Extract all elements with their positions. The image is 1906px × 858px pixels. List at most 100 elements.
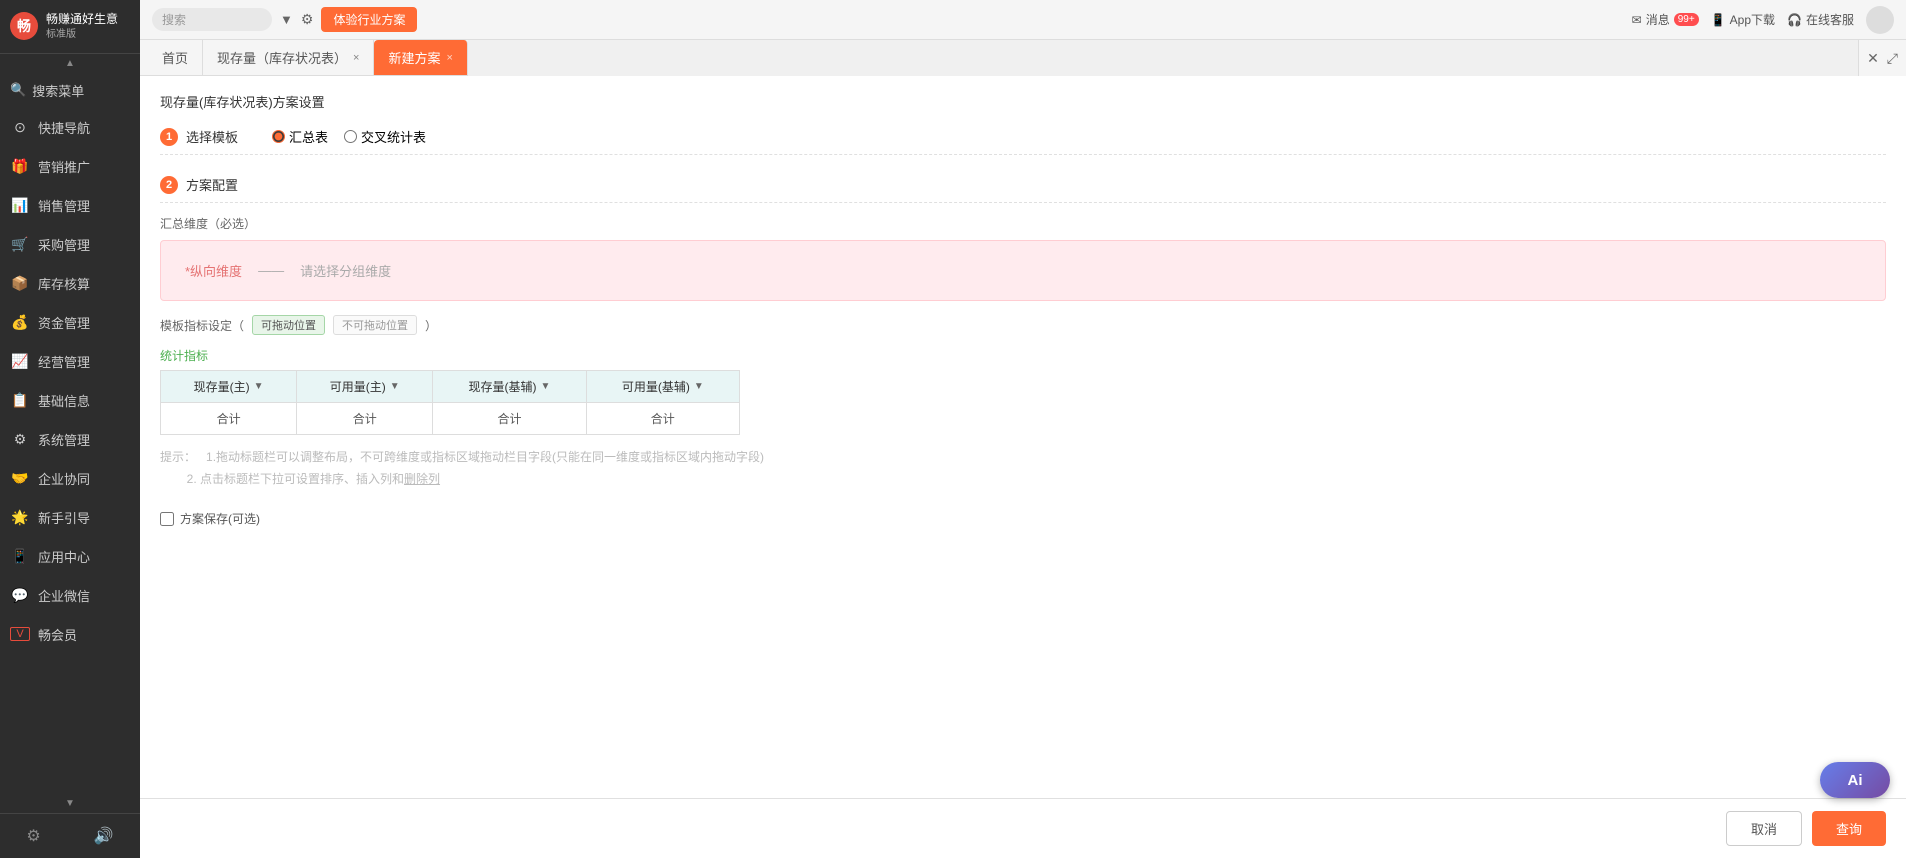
industry-btn[interactable]: 体验行业方案 bbox=[321, 7, 417, 32]
sidebar-item-sales[interactable]: 📊 销售管理 bbox=[0, 186, 140, 225]
message-label: 消息 bbox=[1646, 11, 1670, 28]
sound-footer-btn[interactable]: 🔊 bbox=[86, 822, 122, 850]
topbar-dropdown[interactable]: ▼ bbox=[280, 12, 293, 27]
col1-label: 现存量(主) bbox=[194, 378, 250, 395]
col-header-1[interactable]: 现存量(主) ▼ bbox=[161, 371, 297, 403]
tab-inventory-close[interactable]: × bbox=[353, 52, 359, 64]
col-header-4[interactable]: 可用量(基辅) ▼ bbox=[586, 371, 739, 403]
step1-title: 选择模板 bbox=[186, 127, 238, 146]
sidebar-item-label: 企业协同 bbox=[38, 469, 90, 488]
sidebar-logo: 畅 畅赚通好生意 标准版 bbox=[0, 0, 140, 54]
new-guide-icon: 🌟 bbox=[10, 509, 30, 526]
sidebar-item-purchase[interactable]: 🛒 采购管理 bbox=[0, 225, 140, 264]
cooperation-icon: 🤝 bbox=[10, 470, 30, 487]
col2-chevron[interactable]: ▼ bbox=[390, 381, 400, 392]
quick-nav-icon: ⊙ bbox=[10, 119, 30, 136]
cancel-button[interactable]: 取消 bbox=[1726, 811, 1802, 846]
online-support-btn[interactable]: 🎧 在线客服 bbox=[1787, 11, 1854, 28]
dim-placeholder: 请选择分组维度 bbox=[300, 261, 391, 280]
delete-col-link[interactable]: 删除列 bbox=[404, 472, 440, 486]
content-area: 现存量(库存状况表)方案设置 1 选择模板 汇总表 交叉统计表 bbox=[140, 76, 1906, 798]
sidebar-item-inventory[interactable]: 📦 库存核算 bbox=[0, 264, 140, 303]
summary-option[interactable]: 汇总表 bbox=[272, 127, 328, 146]
sidebar-item-operations[interactable]: 📈 经营管理 bbox=[0, 342, 140, 381]
sidebar-item-label: 应用中心 bbox=[38, 547, 90, 566]
template-options: 汇总表 交叉统计表 bbox=[272, 127, 426, 146]
sidebar-item-app-center[interactable]: 📱 应用中心 bbox=[0, 537, 140, 576]
app-download-btn[interactable]: 📱 App下载 bbox=[1711, 11, 1775, 28]
settings-footer-btn[interactable]: ⚙ bbox=[18, 822, 48, 850]
sidebar-item-finance[interactable]: 💰 资金管理 bbox=[0, 303, 140, 342]
indicator-text: 模板指标设定（ bbox=[160, 317, 244, 334]
vertical-dim-label: *纵向维度 bbox=[185, 261, 242, 280]
summary-radio[interactable] bbox=[272, 130, 285, 143]
sidebar-item-marketing[interactable]: 🎁 营销推广 bbox=[0, 147, 140, 186]
sidebar: 畅 畅赚通好生意 标准版 ▲ 🔍 搜索菜单 ⊙ 快捷导航 🎁 营销推广 📊 销售… bbox=[0, 0, 140, 858]
tip-title: 提示： 1.拖动标题栏可以调整布局，不可跨维度或指标区域拖动栏目字段(只能在同一… bbox=[160, 447, 1886, 469]
step2-number: 2 bbox=[160, 176, 178, 194]
sidebar-search[interactable]: 🔍 搜索菜单 bbox=[0, 73, 140, 108]
topbar-gear[interactable]: ⚙ bbox=[301, 11, 314, 28]
sidebar-item-label: 畅会员 bbox=[38, 625, 77, 644]
logo-subtitle: 标准版 bbox=[46, 28, 118, 41]
save-checkbox[interactable] bbox=[160, 512, 174, 526]
ai-float-button[interactable]: Ai bbox=[1820, 762, 1890, 798]
tab-home[interactable]: 首页 bbox=[148, 40, 203, 75]
tabs-bar: 首页 现存量（库存状况表） × 新建方案 × bbox=[140, 40, 468, 76]
sidebar-item-cooperation[interactable]: 🤝 企业协同 bbox=[0, 459, 140, 498]
col3-chevron[interactable]: ▼ bbox=[541, 381, 551, 392]
col4-chevron[interactable]: ▼ bbox=[694, 381, 704, 392]
tab-new-scheme[interactable]: 新建方案 × bbox=[374, 40, 467, 75]
ai-label: Ai bbox=[1848, 772, 1863, 789]
close-window-btn[interactable]: ✕ bbox=[1867, 50, 1879, 67]
dimension-area: *纵向维度 —— 请选择分组维度 bbox=[160, 240, 1886, 301]
online-support-label: 在线客服 bbox=[1806, 11, 1854, 28]
tip-2: 2. 点击标题栏下拉可设置排序、插入列和删除列 bbox=[160, 469, 1886, 491]
tab-inventory-status[interactable]: 现存量（库存状况表） × bbox=[203, 40, 374, 75]
query-button[interactable]: 查询 bbox=[1812, 811, 1886, 846]
col4-label: 可用量(基辅) bbox=[622, 378, 690, 395]
finance-icon: 💰 bbox=[10, 314, 30, 331]
tab-home-label: 首页 bbox=[162, 48, 188, 67]
sidebar-item-system[interactable]: ⚙ 系统管理 bbox=[0, 420, 140, 459]
sidebar-item-member[interactable]: V 畅会员 bbox=[0, 615, 140, 654]
enterprise-wechat-icon: 💬 bbox=[10, 587, 30, 604]
sidebar-scroll-up[interactable]: ▲ bbox=[0, 54, 140, 73]
page-title: 现存量(库存状况表)方案设置 bbox=[160, 92, 1886, 111]
app-download-label: App下载 bbox=[1730, 11, 1775, 28]
sidebar-item-enterprise-wechat[interactable]: 💬 企业微信 bbox=[0, 576, 140, 615]
stats-table: 现存量(主) ▼ 可用量(主) ▼ 现存量(基辅 bbox=[160, 370, 740, 435]
table-row: 合计 合计 合计 合计 bbox=[161, 403, 740, 435]
topbar-right: ✉ 消息 99+ 📱 App下载 🎧 在线客服 bbox=[1632, 6, 1894, 34]
col-header-2[interactable]: 可用量(主) ▼ bbox=[297, 371, 433, 403]
expand-window-btn[interactable]: ⤢ bbox=[1887, 50, 1898, 67]
purchase-icon: 🛒 bbox=[10, 236, 30, 253]
sidebar-item-basic-info[interactable]: 📋 基础信息 bbox=[0, 381, 140, 420]
tab-new-scheme-close[interactable]: × bbox=[446, 52, 452, 64]
tips-label: 提示： bbox=[160, 450, 196, 464]
footer-bar: 取消 查询 bbox=[140, 798, 1906, 858]
sales-icon: 📊 bbox=[10, 197, 30, 214]
crosstab-radio[interactable] bbox=[344, 130, 357, 143]
crosstab-option[interactable]: 交叉统计表 bbox=[344, 127, 426, 146]
message-badge: 99+ bbox=[1674, 13, 1699, 26]
tab-new-scheme-label: 新建方案 bbox=[388, 48, 440, 67]
topbar-search-box[interactable]: 搜索 bbox=[152, 8, 272, 31]
sidebar-item-quick-nav[interactable]: ⊙ 快捷导航 bbox=[0, 108, 140, 147]
col-header-3[interactable]: 现存量(基辅) ▼ bbox=[433, 371, 586, 403]
sidebar-item-label: 系统管理 bbox=[38, 430, 90, 449]
sidebar-item-new-guide[interactable]: 🌟 新手引导 bbox=[0, 498, 140, 537]
avatar[interactable] bbox=[1866, 6, 1894, 34]
step1-header: 1 选择模板 汇总表 交叉统计表 bbox=[160, 127, 1886, 155]
sidebar-scroll-down[interactable]: ▼ bbox=[0, 794, 140, 813]
message-btn[interactable]: ✉ 消息 99+ bbox=[1632, 11, 1699, 28]
sidebar-item-label: 经营管理 bbox=[38, 352, 90, 371]
tip-1: 1.拖动标题栏可以调整布局，不可跨维度或指标区域拖动栏目字段(只能在同一维度或指… bbox=[206, 450, 764, 464]
step2-title: 方案配置 bbox=[186, 175, 238, 194]
logo-text: 畅赚通好生意 标准版 bbox=[46, 12, 118, 41]
sidebar-item-label: 销售管理 bbox=[38, 196, 90, 215]
dimension-row: *纵向维度 —— 请选择分组维度 bbox=[185, 261, 1861, 280]
col1-chevron[interactable]: ▼ bbox=[254, 381, 264, 392]
col2-value: 合计 bbox=[297, 403, 433, 435]
col3-label: 现存量(基辅) bbox=[469, 378, 537, 395]
